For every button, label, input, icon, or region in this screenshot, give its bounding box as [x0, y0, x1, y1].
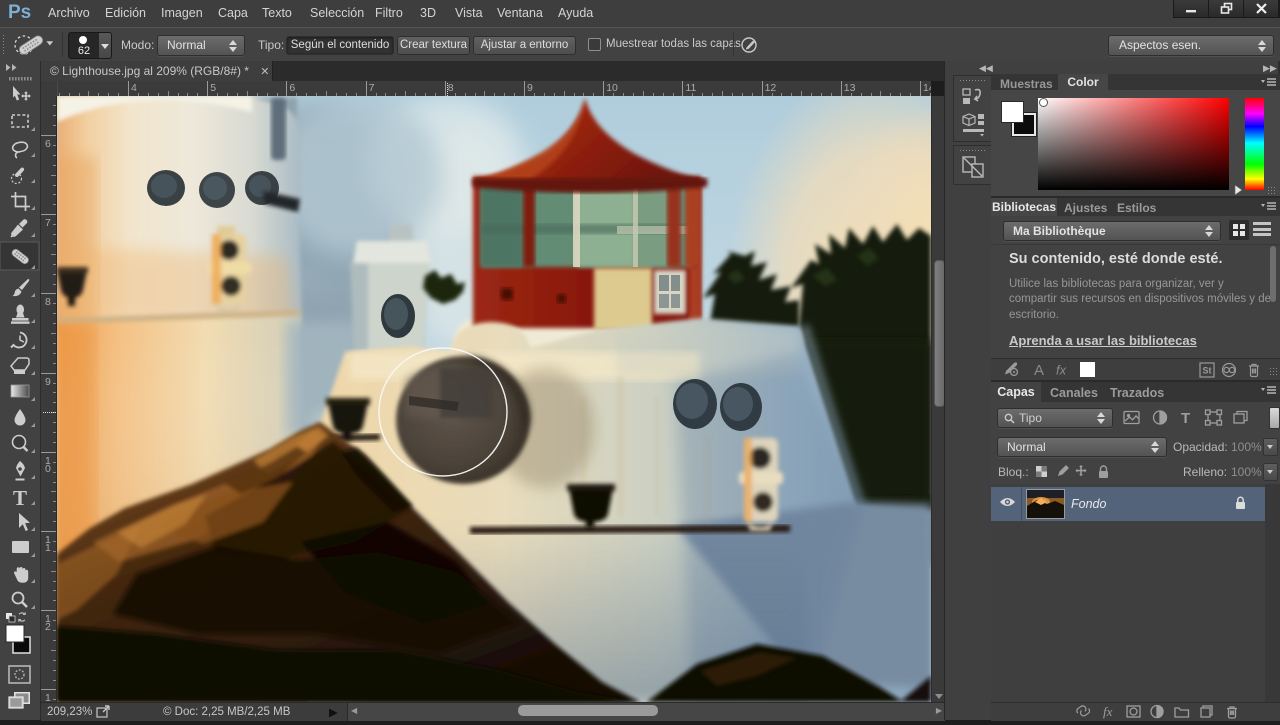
- svg-text:St: St: [1203, 366, 1212, 376]
- svg-text:fx: fx: [1056, 363, 1067, 378]
- svg-text:A: A: [1034, 362, 1044, 378]
- svg-text:fx: fx: [1103, 704, 1113, 719]
- svg-text:T: T: [13, 486, 27, 510]
- svg-text:T: T: [1181, 410, 1190, 426]
